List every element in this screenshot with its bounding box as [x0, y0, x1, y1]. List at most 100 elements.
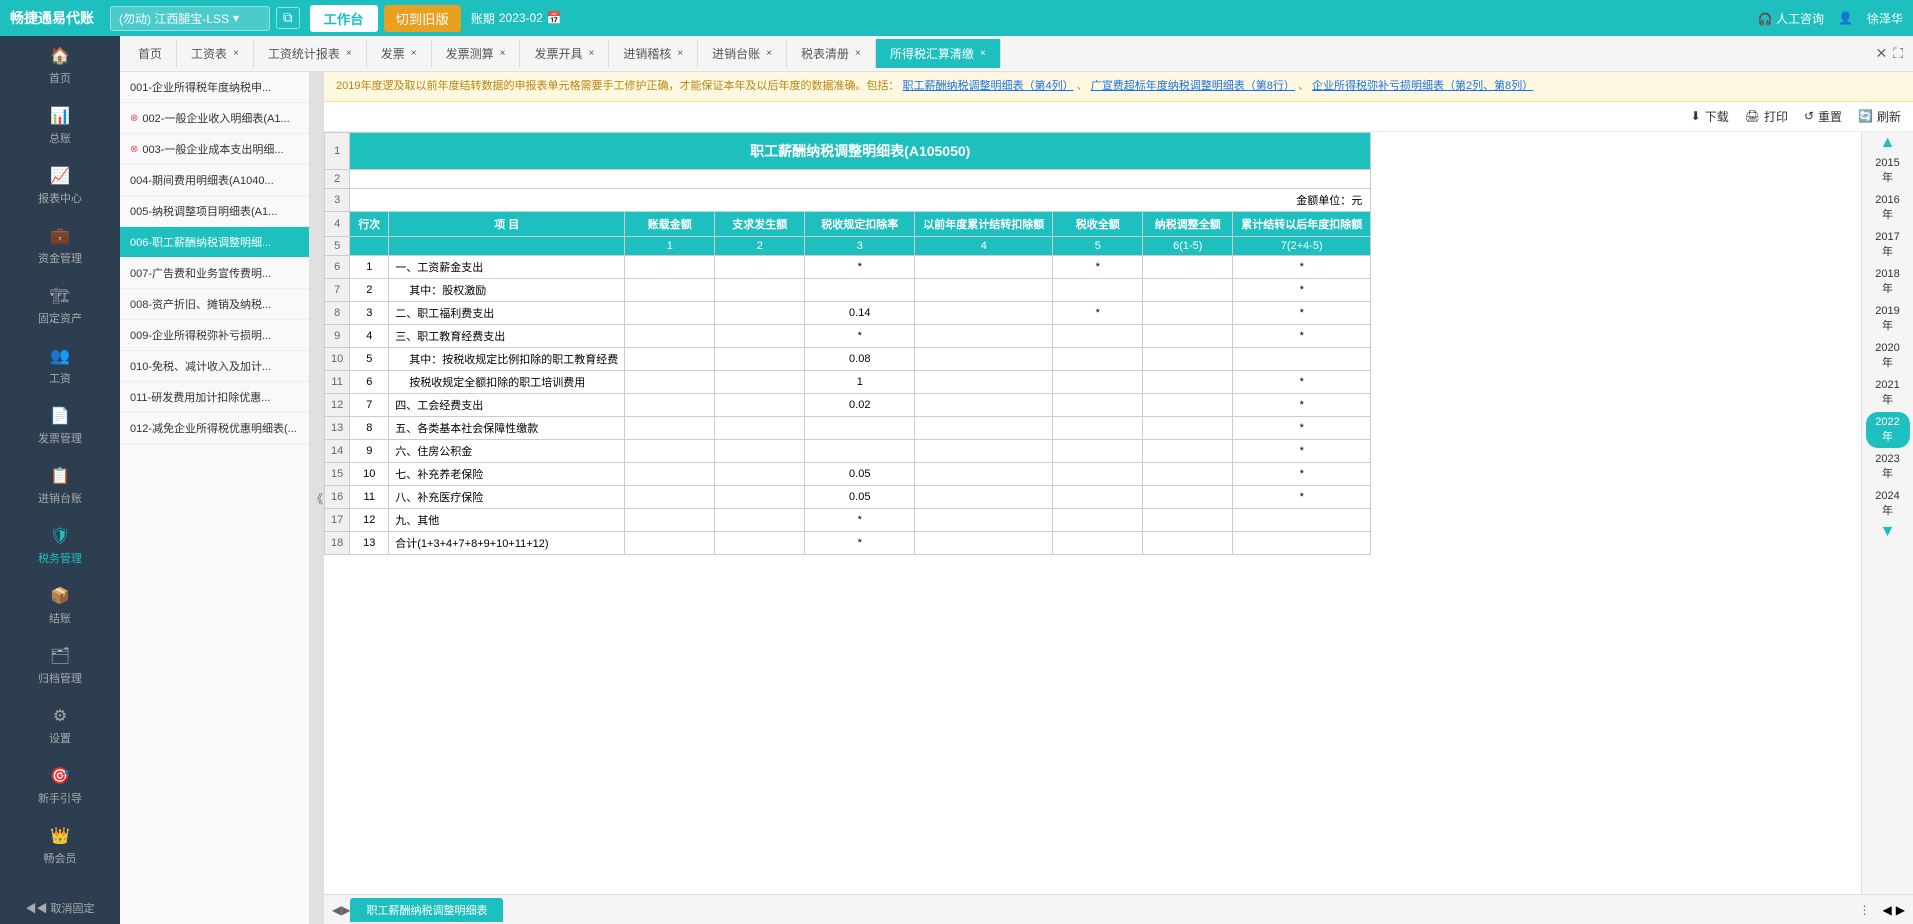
- sheet-tab-active[interactable]: 职工薪酬纳税调整明细表: [350, 898, 503, 922]
- tab-tax-table[interactable]: 税表清册 ×: [787, 39, 876, 68]
- switch-button[interactable]: 切到旧版: [384, 5, 461, 32]
- calendar-icon[interactable]: 📅: [547, 11, 562, 25]
- tab-close-payroll[interactable]: ×: [233, 48, 239, 59]
- download-button[interactable]: ⬇ 下载: [1691, 108, 1729, 125]
- workspace-button[interactable]: 工作台: [310, 5, 378, 32]
- year-nav-down-button[interactable]: ▼: [1880, 523, 1896, 541]
- sidebar-item-general-ledger[interactable]: 📊 总账: [0, 96, 120, 156]
- table-row: 7 2 其中：股权激励 *: [325, 278, 1371, 301]
- year-item-2019[interactable]: 2019年: [1866, 301, 1910, 337]
- sidebar-item-payroll[interactable]: 👥 工资: [0, 336, 120, 396]
- toolbar: ⬇ 下载 🖨 打印 ↺ 重置 🔄 刷新: [324, 102, 1913, 132]
- sheet-scroll-right[interactable]: ▶: [341, 903, 350, 917]
- sheet-menu-icon[interactable]: ⋮: [1859, 903, 1871, 917]
- ledger-icon: 📊: [50, 106, 70, 126]
- tab-close-payroll-report[interactable]: ×: [346, 48, 352, 59]
- sheet-scroll-left[interactable]: ◀: [332, 903, 341, 917]
- tab-invoice-calc[interactable]: 发票测算 ×: [432, 39, 521, 68]
- year-item-2021[interactable]: 2021年: [1866, 375, 1910, 411]
- year-item-2024[interactable]: 2024年: [1866, 486, 1910, 522]
- company-selector[interactable]: (勿动) 江西腿宝-LSS ▾: [110, 6, 270, 31]
- year-item-2015[interactable]: 2015年: [1866, 153, 1910, 189]
- help-button[interactable]: 🎧 人工咨询: [1758, 10, 1824, 27]
- col-sub-header-row: 5 1 2 3 4 5 6(1-5) 7(2+4-5): [325, 236, 1371, 255]
- tab-close-purchase-check[interactable]: ×: [677, 48, 683, 59]
- tab-close-purchase-ledger[interactable]: ×: [766, 48, 772, 59]
- unit-cell: 金额单位：元: [350, 188, 1371, 211]
- payroll-icon: 👥: [50, 346, 70, 366]
- left-panel-item-005[interactable]: 005-纳税调整项目明细表(A1...: [120, 196, 309, 227]
- sidebar-item-archive[interactable]: 🗂 归档管理: [0, 636, 120, 696]
- unit-row: 3 金额单位：元: [325, 188, 1371, 211]
- tab-home[interactable]: 首页: [124, 39, 177, 68]
- row-num-1: 1: [325, 132, 350, 169]
- left-panel-item-006[interactable]: 006-职工薪酬纳税调整明细...: [120, 227, 309, 258]
- print-button[interactable]: 🖨 打印: [1745, 108, 1788, 125]
- year-item-2016[interactable]: 2016年: [1866, 190, 1910, 226]
- left-panel-item-008[interactable]: 008-资产折旧、摊销及纳税...: [120, 289, 309, 320]
- spreadsheet-table: 1 职工薪酬纳税调整明细表(A105050) 2: [324, 132, 1371, 555]
- sidebar-item-member[interactable]: 👑 畅会员: [0, 816, 120, 876]
- tab-invoice-open[interactable]: 发票开具 ×: [520, 39, 609, 68]
- tab-maximize-button[interactable]: ⛶: [1893, 45, 1903, 62]
- left-panel-item-004[interactable]: 004-期间费用明细表(A1040...: [120, 165, 309, 196]
- tab-close-invoice-open[interactable]: ×: [588, 48, 594, 59]
- tab-payroll-report[interactable]: 工资统计报表 ×: [254, 39, 367, 68]
- sidebar-item-closing[interactable]: 📦 结账: [0, 576, 120, 636]
- year-nav-up-button[interactable]: ▲: [1880, 134, 1896, 152]
- tab-close-tax-table[interactable]: ×: [855, 48, 861, 59]
- table-row: 12 7 四、工会经费支出 0.02 *: [325, 393, 1371, 416]
- tab-close-invoice-calc[interactable]: ×: [500, 48, 506, 59]
- year-item-2018[interactable]: 2018年: [1866, 264, 1910, 300]
- tab-income-tax[interactable]: 所得税汇算清缴 ×: [876, 39, 1001, 68]
- sheet-scroll-bar-right[interactable]: ▶: [1896, 903, 1905, 917]
- sidebar-item-invoice[interactable]: 📄 发票管理: [0, 396, 120, 456]
- tab-purchase-check[interactable]: 进销稽核 ×: [609, 39, 698, 68]
- col-D-header: 支求发生额: [715, 211, 805, 236]
- sidebar-item-reports[interactable]: 📈 报表中心: [0, 156, 120, 216]
- sidebar-footer-unpin[interactable]: ◀◀ 取消固定: [0, 892, 120, 924]
- copy-button[interactable]: ⧉: [276, 7, 300, 29]
- year-item-2020[interactable]: 2020年: [1866, 338, 1910, 374]
- sidebar-item-assets[interactable]: 🏗 固定资产: [0, 276, 120, 336]
- tab-invoice[interactable]: 发票 ×: [367, 39, 432, 68]
- warning-link-1[interactable]: 职工薪酬纳税调整明细表（第4列）: [903, 80, 1074, 92]
- left-panel-item-011[interactable]: 011-研发费用加计扣除优惠...: [120, 382, 309, 413]
- left-panel-item-007[interactable]: 007-广告费和业务宣传费明...: [120, 258, 309, 289]
- assets-icon: 🏗: [50, 286, 70, 306]
- tab-close-income-tax[interactable]: ×: [980, 48, 986, 59]
- left-panel-item-003[interactable]: ⊗ 003-一般企业成本支出明细...: [120, 134, 309, 165]
- left-panel-item-009[interactable]: 009-企业所得税弥补亏损明...: [120, 320, 309, 351]
- tab-label-purchase-check: 进销稽核: [623, 45, 671, 62]
- year-item-2017[interactable]: 2017年: [1866, 227, 1910, 263]
- warning-link-2[interactable]: 广宣费超标年度纳税调整明细表（第8行）: [1091, 80, 1295, 92]
- sidebar-item-home[interactable]: 🏠 首页: [0, 36, 120, 96]
- tab-label-tax-table: 税表清册: [801, 45, 849, 62]
- content-area: 首页 工资表 × 工资统计报表 × 发票 × 发票测算 ×: [120, 36, 1913, 924]
- sidebar-item-capital[interactable]: 💼 资金管理: [0, 216, 120, 276]
- table-row: 9 4 三、职工教育经费支出 * *: [325, 324, 1371, 347]
- sheet-options: ⋮ ◀ ▶: [1859, 903, 1905, 917]
- tab-label-purchase-ledger: 进销台账: [712, 45, 760, 62]
- reset-button[interactable]: ↺ 重置: [1804, 108, 1842, 125]
- sidebar-item-settings[interactable]: ⚙ 设置: [0, 696, 120, 756]
- year-item-2022[interactable]: 2022年: [1866, 412, 1910, 448]
- year-item-2023[interactable]: 2023年: [1866, 449, 1910, 485]
- sheet-scroll-bar-left[interactable]: ◀: [1883, 903, 1892, 917]
- sidebar-item-guide[interactable]: 🎯 新手引导: [0, 756, 120, 816]
- warning-sep-2: 、: [1298, 80, 1309, 92]
- refresh-button[interactable]: 🔄 刷新: [1858, 108, 1901, 125]
- left-panel-item-001[interactable]: 001-企业所得税年度纳税申...: [120, 72, 309, 103]
- left-panel-item-012[interactable]: 012-减免企业所得税优惠明细表(...: [120, 413, 309, 444]
- tab-purchase-ledger[interactable]: 进销台账 ×: [698, 39, 787, 68]
- warning-link-3[interactable]: 企业所得税弥补亏损明细表（第2列、第8列）: [1312, 80, 1533, 92]
- tab-close-all-button[interactable]: ✕: [1875, 45, 1887, 62]
- sidebar-item-purchase-sales[interactable]: 📋 进销台账: [0, 456, 120, 516]
- left-panel-item-002[interactable]: ⊗ 002-一般企业收入明细表(A1...: [120, 103, 309, 134]
- tab-close-invoice[interactable]: ×: [411, 48, 417, 59]
- sidebar: 🏠 首页 📊 总账 📈 报表中心 💼 资金管理 🏗 固定资产 👥 工资: [0, 36, 120, 924]
- left-panel-item-010[interactable]: 010-免税、减计收入及加计...: [120, 351, 309, 382]
- sidebar-item-tax[interactable]: 🛡 税务管理: [0, 516, 120, 576]
- tab-payroll[interactable]: 工资表 ×: [177, 39, 254, 68]
- left-panel-collapse-button[interactable]: 《: [310, 72, 324, 924]
